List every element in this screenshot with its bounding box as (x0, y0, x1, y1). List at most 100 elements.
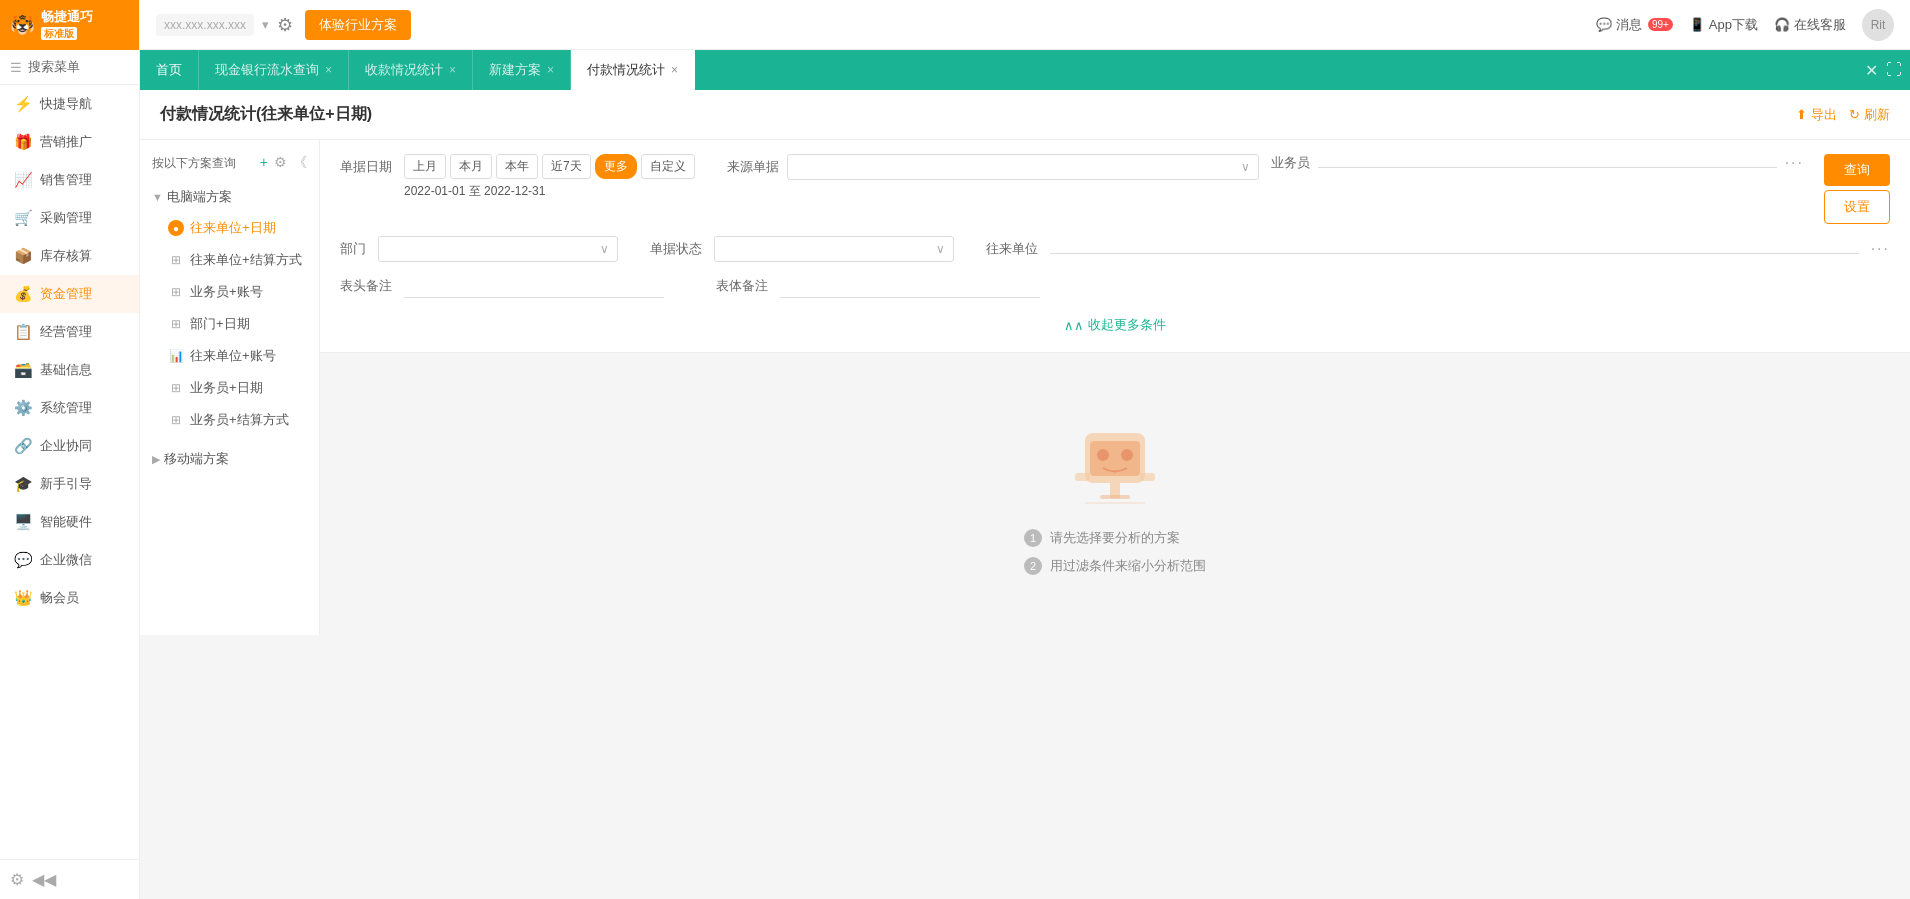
user-avatar[interactable]: Rit (1862, 9, 1894, 41)
receipt-tab[interactable]: 收款情况统计 × (349, 50, 473, 90)
home-tab[interactable]: 首页 (140, 50, 199, 90)
partner-filter-label: 往来单位 (986, 240, 1038, 258)
sidebar-item-marketing[interactable]: 🎁 营销推广 (0, 123, 139, 161)
maximize-icon[interactable]: ⛶ (1886, 61, 1902, 79)
tip-text-2: 用过滤条件来缩小分析范围 (1050, 557, 1206, 575)
home-tab-label: 首页 (156, 61, 182, 79)
query-button[interactable]: 查询 (1824, 154, 1890, 186)
source-filter-label: 来源单据 (727, 158, 779, 176)
dept-select[interactable]: ∨ (378, 236, 618, 262)
source-select[interactable]: ∨ (787, 154, 1260, 180)
scheme-item-salesperson-settlement[interactable]: ⊞ 业务员+结算方式 (140, 404, 319, 436)
header-note-input[interactable] (404, 274, 664, 297)
svg-point-2 (1097, 449, 1109, 461)
member-label: 畅会员 (40, 589, 79, 607)
page-content: 付款情况统计(往来单位+日期) ⬆ 导出 ↻ 刷新 按以下方案查询 + (140, 90, 1910, 899)
partner-input-area (1050, 245, 1859, 254)
wechat-label: 企业微信 (40, 551, 92, 569)
scheme-panel-title: 按以下方案查询 (152, 155, 236, 172)
scheme-item-dept-date[interactable]: ⊞ 部门+日期 (140, 308, 319, 340)
voucher-status-select[interactable]: ∨ (714, 236, 954, 262)
new-plan-tab-close[interactable]: × (547, 63, 554, 77)
salesperson-input-area[interactable] (1318, 159, 1776, 168)
sidebar-item-business[interactable]: 📋 经营管理 (0, 313, 139, 351)
sidebar-item-guide[interactable]: 🎓 新手引导 (0, 465, 139, 503)
system-icon: ⚙️ (14, 399, 32, 417)
filter-settings-button[interactable]: 设置 (1824, 190, 1890, 224)
app-download-button[interactable]: 📱 App下载 (1689, 16, 1758, 34)
date-range-display: 2022-01-01 至 2022-12-31 (404, 183, 695, 200)
refresh-button[interactable]: ↻ 刷新 (1849, 106, 1890, 124)
date-buttons: 上月 本月 本年 近7天 更多 自定义 (404, 154, 695, 179)
scheme-group-mobile: ▶ 移动端方案 (140, 440, 319, 478)
notifications-button[interactable]: 💬 消息 99+ (1596, 16, 1673, 34)
cash-bank-tab-close[interactable]: × (325, 63, 332, 77)
payment-stats-tab-close[interactable]: × (671, 63, 678, 77)
body-note-input-area (780, 274, 1040, 298)
date-btn-custom[interactable]: 自定义 (641, 154, 695, 179)
system-label: 系统管理 (40, 399, 92, 417)
inventory-label: 库存核算 (40, 247, 92, 265)
sidebar-item-system[interactable]: ⚙️ 系统管理 (0, 389, 139, 427)
date-btn-last-month[interactable]: 上月 (404, 154, 446, 179)
partner-dots-btn[interactable]: ··· (1871, 240, 1890, 258)
sidebar: 🐯 畅捷通巧 标准版 ☰ 搜索菜单 ⚡ 快捷导航 🎁 营销推广 📈 销售管理 🛒… (0, 0, 140, 899)
sidebar-item-quick-nav[interactable]: ⚡ 快捷导航 (0, 85, 139, 123)
sidebar-item-finance[interactable]: 💰 资金管理 (0, 275, 139, 313)
inventory-icon: 📦 (14, 247, 32, 265)
date-btn-this-year[interactable]: 本年 (496, 154, 538, 179)
receipt-tab-label: 收款情况统计 (365, 61, 443, 79)
scheme-collapse-icon[interactable]: 《 (293, 154, 307, 172)
collapse-sidebar-icon[interactable]: ◀◀ (32, 870, 56, 889)
date-btn-7days[interactable]: 近7天 (542, 154, 591, 179)
sales-label: 销售管理 (40, 171, 92, 189)
add-scheme-icon[interactable]: + (260, 154, 268, 172)
enterprise-icon: 🔗 (14, 437, 32, 455)
scheme-item-salesperson-account-label: 业务员+账号 (190, 283, 263, 301)
payment-stats-tab-label: 付款情况统计 (587, 61, 665, 79)
scheme-item-partner-account[interactable]: 📊 往来单位+账号 (140, 340, 319, 372)
scheme-item-partner-date[interactable]: ● 往来单位+日期 (140, 212, 319, 244)
salesperson-dots-btn[interactable]: ··· (1785, 154, 1804, 172)
date-btn-this-month[interactable]: 本月 (450, 154, 492, 179)
sidebar-item-sales[interactable]: 📈 销售管理 (0, 161, 139, 199)
payment-stats-tab[interactable]: 付款情况统计 × (571, 50, 695, 90)
hardware-icon: 🖥️ (14, 513, 32, 531)
tip-text-1: 请先选择要分析的方案 (1050, 529, 1180, 547)
receipt-tab-close[interactable]: × (449, 63, 456, 77)
collapse-conditions-button[interactable]: ∧∧ 收起更多条件 (340, 306, 1890, 344)
sidebar-search-area[interactable]: ☰ 搜索菜单 (0, 50, 139, 85)
scheme-item-partner-settlement[interactable]: ⊞ 往来单位+结算方式 (140, 244, 319, 276)
sidebar-item-basic-info[interactable]: 🗃️ 基础信息 (0, 351, 139, 389)
settings-bottom-icon[interactable]: ⚙ (10, 870, 24, 889)
close-all-tabs-icon[interactable]: ✕ (1865, 61, 1878, 80)
basic-info-icon: 🗃️ (14, 361, 32, 379)
logo-text: 畅捷通巧 (41, 9, 93, 25)
topbar-dropdown-icon[interactable]: ▾ (262, 17, 269, 32)
scheme-item-salesperson-account[interactable]: ⊞ 业务员+账号 (140, 276, 319, 308)
body-note-input[interactable] (780, 274, 1040, 297)
sidebar-item-purchase[interactable]: 🛒 采购管理 (0, 199, 139, 237)
mobile-group-label: 移动端方案 (164, 450, 229, 468)
scheme-settings-icon[interactable]: ⚙ (274, 154, 287, 172)
new-plan-tab[interactable]: 新建方案 × (473, 50, 571, 90)
sidebar-item-enterprise[interactable]: 🔗 企业协同 (0, 427, 139, 465)
industry-plan-button[interactable]: 体验行业方案 (305, 10, 411, 40)
sidebar-item-inventory[interactable]: 📦 库存核算 (0, 237, 139, 275)
online-service-button[interactable]: 🎧 在线客服 (1774, 16, 1846, 34)
sidebar-item-member[interactable]: 👑 畅会员 (0, 579, 139, 617)
export-button[interactable]: ⬆ 导出 (1796, 106, 1837, 124)
date-filter-label: 单据日期 (340, 154, 392, 176)
scheme-item-table-icon-1: ⊞ (168, 252, 184, 268)
scheme-item-salesperson-date[interactable]: ⊞ 业务员+日期 (140, 372, 319, 404)
sidebar-item-hardware[interactable]: 🖥️ 智能硬件 (0, 503, 139, 541)
date-filter-controls: 上月 本月 本年 近7天 更多 自定义 2022-01-01 至 2022-12… (404, 154, 695, 200)
cash-bank-tab[interactable]: 现金银行流水查询 × (199, 50, 349, 90)
scheme-group-desktop-header[interactable]: ▼ 电脑端方案 (140, 182, 319, 212)
topbar-settings-icon[interactable]: ⚙ (277, 14, 293, 36)
body-area: 按以下方案查询 + ⚙ 《 ▼ 电脑端方案 ● 往来单位+日期 (140, 140, 1910, 635)
sidebar-item-wechat[interactable]: 💬 企业微信 (0, 541, 139, 579)
scheme-item-dept-date-label: 部门+日期 (190, 315, 250, 333)
scheme-group-mobile-header[interactable]: ▶ 移动端方案 (140, 444, 319, 474)
date-btn-more[interactable]: 更多 (595, 154, 637, 179)
